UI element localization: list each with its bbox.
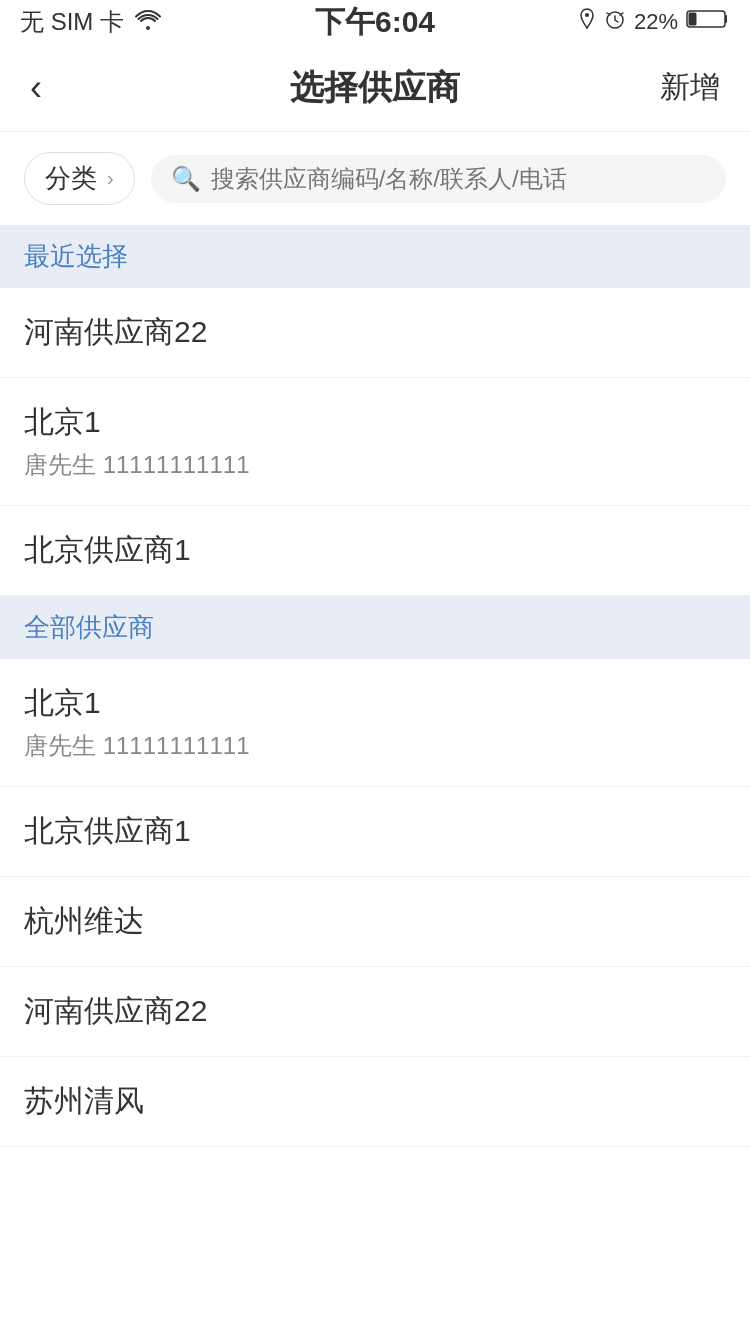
list-item[interactable]: 杭州维达 — [0, 877, 750, 967]
item-name: 杭州维达 — [24, 901, 726, 942]
item-sub: 唐先生 11111111111 — [24, 730, 726, 762]
status-time: 下午6:04 — [315, 2, 435, 43]
no-sim-label: 无 SIM 卡 — [20, 6, 124, 38]
section-header-recent: 最近选择 — [0, 225, 750, 288]
location-icon — [578, 8, 596, 36]
category-filter[interactable]: 分类 › — [24, 152, 135, 205]
category-label: 分类 — [45, 161, 97, 196]
item-name: 北京1 — [24, 402, 726, 443]
list-item[interactable]: 河南供应商22 — [0, 967, 750, 1057]
list-item[interactable]: 北京供应商1 — [0, 787, 750, 877]
status-bar: 无 SIM 卡 下午6:04 22% — [0, 0, 750, 44]
search-input[interactable] — [211, 165, 706, 193]
list-item[interactable]: 河南供应商22 — [0, 288, 750, 378]
back-button[interactable]: ‹ — [30, 67, 90, 109]
battery-icon — [686, 8, 730, 36]
list-item[interactable]: 北京供应商1 — [0, 506, 750, 596]
filter-bar: 分类 › 🔍 — [0, 132, 750, 225]
item-sub: 唐先生 11111111111 — [24, 449, 726, 481]
item-name: 河南供应商22 — [24, 312, 726, 353]
nav-bar: ‹ 选择供应商 新增 — [0, 44, 750, 132]
add-button[interactable]: 新增 — [660, 67, 720, 108]
search-box[interactable]: 🔍 — [151, 155, 726, 203]
status-right: 22% — [578, 8, 730, 36]
search-icon: 🔍 — [171, 165, 201, 193]
item-name: 苏州清风 — [24, 1081, 726, 1122]
item-name: 北京供应商1 — [24, 811, 726, 852]
item-name: 河南供应商22 — [24, 991, 726, 1032]
alarm-icon — [604, 8, 626, 36]
svg-rect-3 — [689, 13, 697, 26]
item-name: 北京供应商1 — [24, 530, 726, 571]
wifi-icon — [134, 8, 162, 36]
item-name: 北京1 — [24, 683, 726, 724]
page-title: 选择供应商 — [290, 65, 460, 111]
svg-point-0 — [585, 13, 589, 17]
chevron-right-icon: › — [107, 167, 114, 190]
list-item[interactable]: 北京1 唐先生 11111111111 — [0, 378, 750, 506]
battery-label: 22% — [634, 9, 678, 35]
status-left: 无 SIM 卡 — [20, 6, 162, 38]
section-header-all: 全部供应商 — [0, 596, 750, 659]
sections-container: 最近选择河南供应商22 北京1 唐先生 11111111111 北京供应商1 全部供应商… — [0, 225, 750, 1147]
list-item[interactable]: 苏州清风 — [0, 1057, 750, 1147]
list-item[interactable]: 北京1 唐先生 11111111111 — [0, 659, 750, 787]
